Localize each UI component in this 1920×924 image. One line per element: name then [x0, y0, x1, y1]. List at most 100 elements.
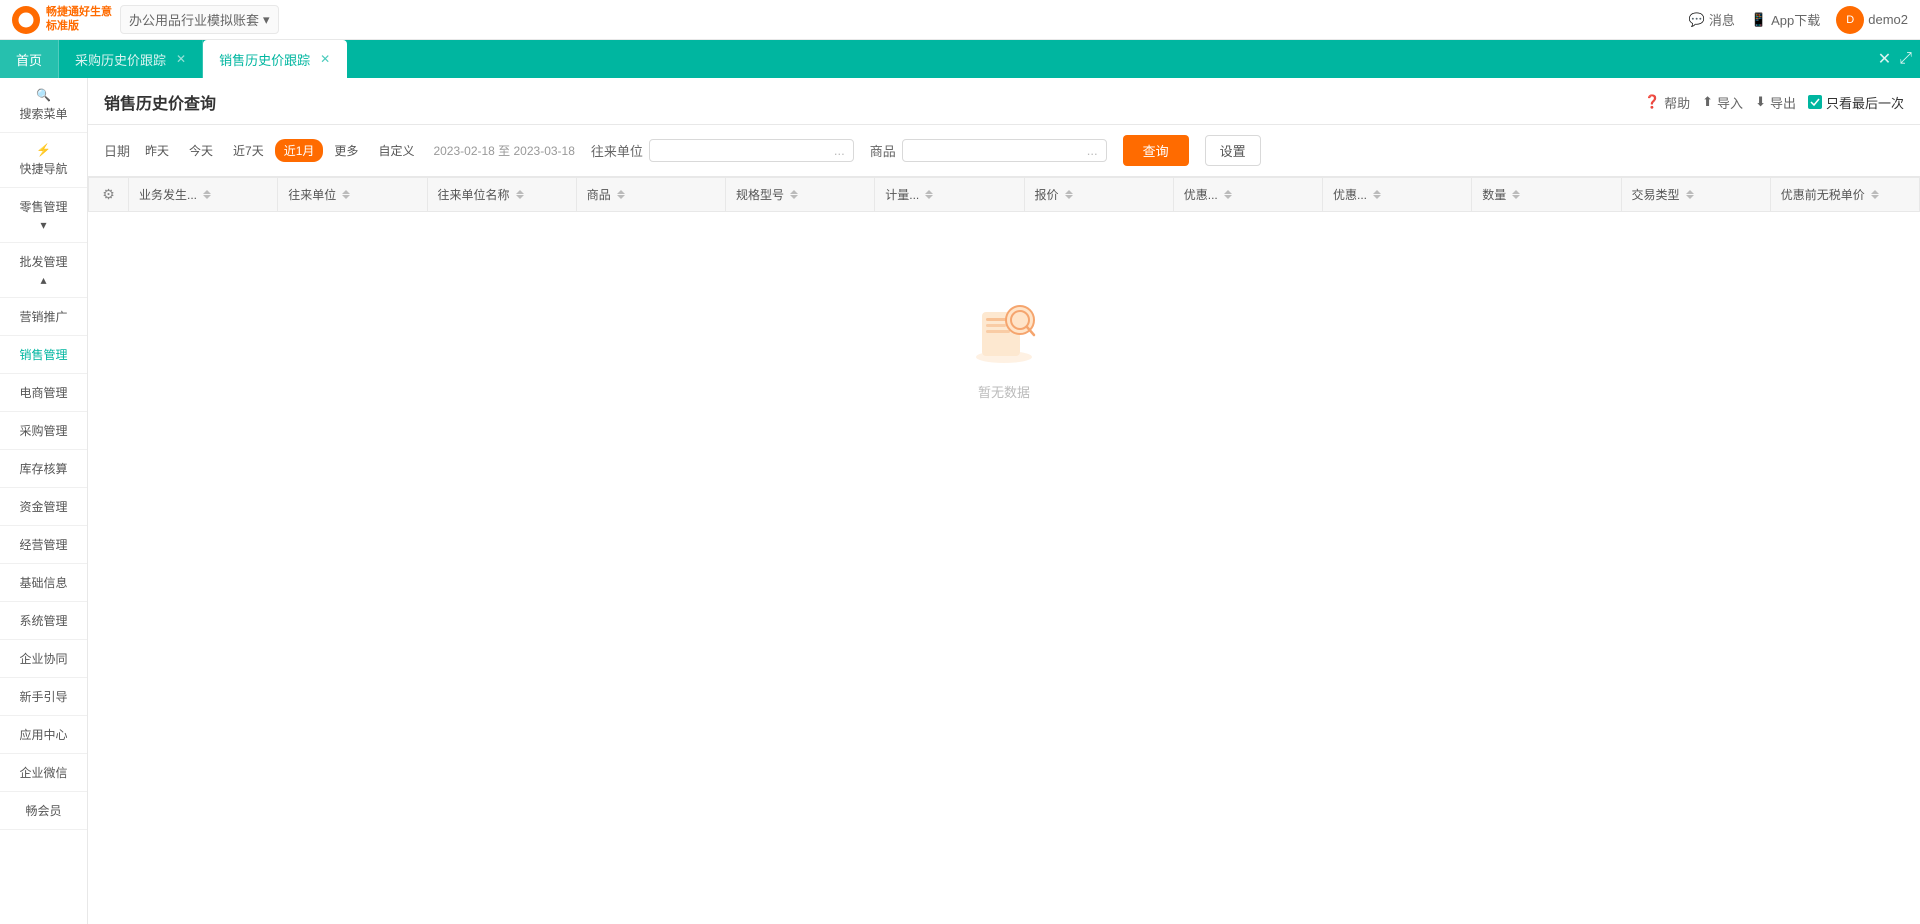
th-partner-name: 往来单位名称	[427, 178, 576, 212]
tabs-bar: 首页 采购历史价跟踪 ✕ 销售历史价跟踪 ✕ ✕ ⤢	[0, 40, 1920, 78]
date-more-btn[interactable]: 更多	[325, 139, 367, 162]
page-header: 销售历史价查询 ❓ 帮助 ⬆ 导入 ⬇ 导出	[88, 78, 1920, 125]
partner-filter-group: 往来单位 ...	[591, 139, 854, 162]
nav-icon: ⚡	[36, 143, 51, 157]
export-button[interactable]: ⬇ 导出	[1755, 93, 1796, 112]
table-header-row: ⚙ 业务发生... 往来单位	[89, 178, 1920, 212]
partner-filter-label: 往来单位	[591, 141, 643, 160]
date-range-text: 2023-02-18 至 2023-03-18	[433, 142, 574, 159]
close-window-button[interactable]: ✕	[1878, 49, 1891, 69]
empty-state: 暂无数据	[88, 212, 1920, 481]
app-download-button[interactable]: 📱 App下载	[1751, 10, 1820, 29]
query-button[interactable]: 查询	[1123, 135, 1189, 166]
sort-goods-icon[interactable]	[617, 190, 625, 199]
sort-partner-code-icon[interactable]	[342, 190, 350, 199]
goods-input[interactable]	[911, 143, 1087, 158]
sort-trade-type-icon[interactable]	[1686, 190, 1694, 199]
sales-history-tab-label: 销售历史价跟踪	[219, 50, 310, 69]
sidebar-item-sys-mgmt[interactable]: 系统管理	[0, 602, 87, 640]
help-button[interactable]: ❓ 帮助	[1644, 93, 1690, 112]
sidebar-item-enterprise-wechat[interactable]: 企业微信	[0, 754, 87, 792]
goods-filter-group: 商品 ...	[870, 139, 1107, 162]
logo-text: 畅捷通好生意 标准版	[46, 6, 112, 32]
top-bar-right: 💬 消息 📱 App下载 D demo2	[1689, 6, 1908, 34]
sidebar-item-sales-mgmt[interactable]: 销售管理	[0, 336, 87, 374]
sort-partner-name-icon[interactable]	[516, 190, 524, 199]
only-last-checkbox[interactable]: 只看最后一次	[1808, 93, 1904, 112]
maximize-window-button[interactable]: ⤢	[1899, 50, 1912, 68]
sort-quote-icon[interactable]	[1065, 190, 1073, 199]
goods-input-dots[interactable]: ...	[1087, 143, 1098, 158]
logo-icon	[12, 6, 40, 34]
sort-discount1-icon[interactable]	[1224, 190, 1232, 199]
date-filter-group: 日期 昨天 今天 近7天 近1月 更多 自定义 2023-02-18 至 202…	[104, 139, 575, 162]
th-goods: 商品	[576, 178, 725, 212]
sidebar-item-quick-nav[interactable]: ⚡ 快捷导航	[0, 133, 87, 188]
th-biz-date: 业务发生...	[129, 178, 278, 212]
sort-biz-date-icon[interactable]	[203, 190, 211, 199]
sidebar-item-purchase-mgmt[interactable]: 采购管理	[0, 412, 87, 450]
top-bar-left: 畅捷通好生意 标准版 办公用品行业模拟账套 ▾	[12, 5, 279, 34]
content-area: 销售历史价查询 ❓ 帮助 ⬆ 导入 ⬇ 导出	[88, 78, 1920, 924]
partner-input-wrap: ...	[649, 139, 854, 162]
page-title-row: 销售历史价查询 ❓ 帮助 ⬆ 导入 ⬇ 导出	[104, 90, 1904, 114]
date-custom-btn[interactable]: 自定义	[369, 139, 423, 162]
sales-history-tab-close[interactable]: ✕	[320, 52, 330, 66]
partner-input-dots[interactable]: ...	[834, 143, 845, 158]
main-layout: 🔍 搜索菜单 ⚡ 快捷导航 零售管理 ▾ 批发管理 ▴ 营销推广 销售管理 电商…	[0, 78, 1920, 924]
th-pre-tax-price: 优惠前无税单价	[1770, 178, 1919, 212]
date-1month-btn[interactable]: 近1月	[275, 139, 324, 162]
sidebar-item-inventory-mgmt[interactable]: 库存核算	[0, 450, 87, 488]
checkbox-checked-icon	[1808, 95, 1822, 109]
chevron-down-icon: ▾	[263, 12, 270, 28]
data-table: ⚙ 业务发生... 往来单位	[88, 177, 1920, 212]
partner-input[interactable]	[658, 143, 834, 158]
date-buttons: 昨天 今天 近7天 近1月 更多 自定义	[136, 139, 423, 162]
table-area: ⚙ 业务发生... 往来单位	[88, 177, 1920, 924]
goods-filter-label: 商品	[870, 141, 896, 160]
avatar: D	[1836, 6, 1864, 34]
sort-pre-tax-price-icon[interactable]	[1871, 190, 1879, 199]
page-title: 销售历史价查询	[104, 90, 216, 114]
logo-area: 畅捷通好生意 标准版	[12, 6, 112, 34]
empty-illustration	[964, 292, 1044, 372]
sidebar-item-finance-mgmt[interactable]: 资金管理	[0, 488, 87, 526]
sidebar-item-enterprise-coop[interactable]: 企业协同	[0, 640, 87, 678]
sidebar-item-app-center[interactable]: 应用中心	[0, 716, 87, 754]
settings-icon[interactable]: ⚙	[102, 186, 115, 202]
app-selector[interactable]: 办公用品行业模拟账套 ▾	[120, 5, 279, 34]
date-7days-btn[interactable]: 近7天	[224, 139, 273, 162]
sidebar-item-basic-info[interactable]: 基础信息	[0, 564, 87, 602]
tab-purchase-history[interactable]: 采购历史价跟踪 ✕	[59, 40, 203, 78]
sidebar-item-ecommerce-mgmt[interactable]: 电商管理	[0, 374, 87, 412]
setting-button[interactable]: 设置	[1205, 135, 1261, 166]
sort-spec-icon[interactable]	[790, 190, 798, 199]
date-yesterday-btn[interactable]: 昨天	[136, 139, 178, 162]
import-icon: ⬆	[1702, 94, 1713, 110]
user-menu-button[interactable]: D demo2	[1836, 6, 1908, 34]
sort-unit-icon[interactable]	[925, 190, 933, 199]
sidebar-item-member[interactable]: 畅会员	[0, 792, 87, 830]
purchase-history-tab-label: 采购历史价跟踪	[75, 50, 166, 69]
sort-qty-icon[interactable]	[1512, 190, 1520, 199]
sidebar-item-new-guide[interactable]: 新手引导	[0, 678, 87, 716]
sort-discount2-icon[interactable]	[1373, 190, 1381, 199]
th-spec: 规格型号	[726, 178, 875, 212]
table-header: ⚙ 业务发生... 往来单位	[89, 178, 1920, 212]
sidebar-item-marketing[interactable]: 营销推广	[0, 298, 87, 336]
date-today-btn[interactable]: 今天	[180, 139, 222, 162]
th-unit: 计量...	[875, 178, 1024, 212]
tab-home[interactable]: 首页	[0, 40, 59, 78]
sidebar-item-retail-mgmt[interactable]: 零售管理 ▾	[0, 188, 87, 243]
sidebar: 🔍 搜索菜单 ⚡ 快捷导航 零售管理 ▾ 批发管理 ▴ 营销推广 销售管理 电商…	[0, 78, 88, 924]
tab-sales-history[interactable]: 销售历史价跟踪 ✕	[203, 40, 347, 78]
help-icon: ❓	[1644, 94, 1660, 110]
message-button[interactable]: 💬 消息	[1689, 10, 1735, 29]
purchase-history-tab-close[interactable]: ✕	[176, 52, 186, 66]
sidebar-item-ops-mgmt[interactable]: 经营管理	[0, 526, 87, 564]
download-icon: 📱	[1751, 12, 1767, 28]
sidebar-item-search-menu[interactable]: 🔍 搜索菜单	[0, 78, 87, 133]
import-button[interactable]: ⬆ 导入	[1702, 93, 1743, 112]
sidebar-item-wholesale-mgmt[interactable]: 批发管理 ▴	[0, 243, 87, 298]
home-tab-label: 首页	[16, 50, 42, 69]
